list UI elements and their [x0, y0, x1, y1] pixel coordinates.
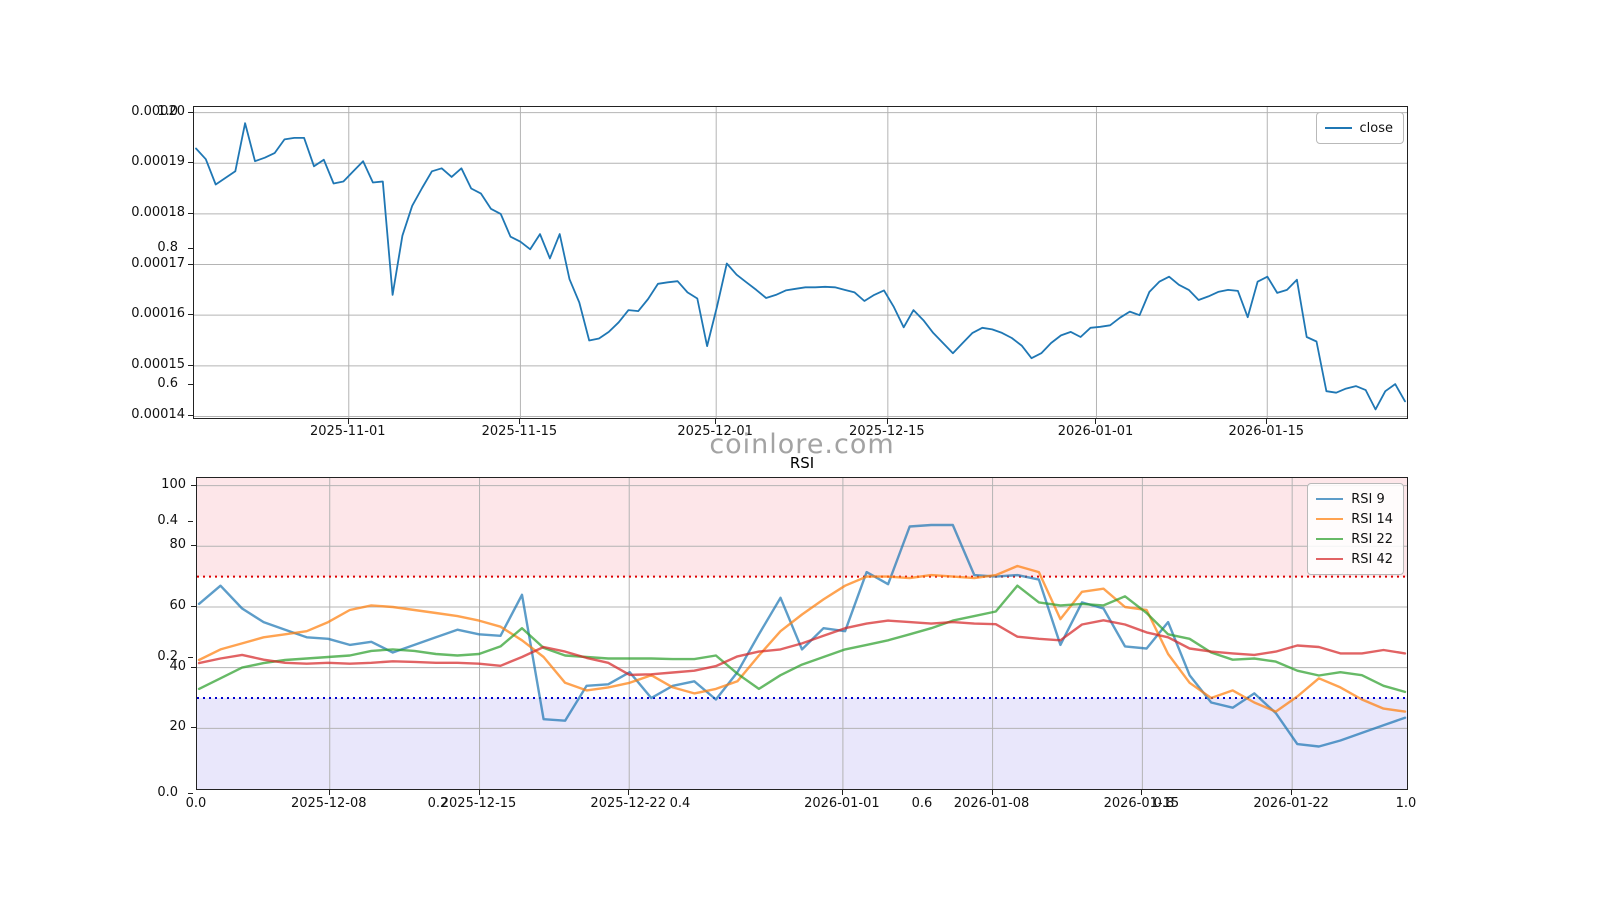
- rsi-y-tick-label: 100: [161, 476, 186, 492]
- phantom-y-tick-mark: [188, 248, 193, 250]
- close-line-swatch: [1324, 127, 1352, 129]
- phantom-x-label: 0.2: [427, 796, 449, 811]
- rsi-x-tick-label: 2025-12-08: [290, 796, 367, 811]
- price-x-tick-label: 2025-11-01: [309, 424, 386, 439]
- legend-item-rsi22: RSI 22: [1316, 529, 1393, 549]
- legend-item-close: close: [1324, 118, 1393, 138]
- price-x-tick-label: 2026-01-01: [1057, 424, 1134, 439]
- rsi42-line-swatch: [1316, 558, 1344, 560]
- rsi-y-tick-label: 20: [169, 719, 186, 735]
- rsi-x-tick-label: 2026-01-22: [1253, 796, 1329, 811]
- price-chart-plot: [193, 106, 1408, 419]
- price-y-tick-mark: [188, 415, 193, 417]
- rsi-x-tick-mark: [478, 790, 480, 795]
- rsi-x-tick-mark: [1141, 790, 1143, 795]
- price-y-tick-label: 0.00016: [131, 306, 185, 322]
- phantom-y-tick-mark: [188, 520, 193, 522]
- price-y-tick-mark: [188, 314, 193, 316]
- price-x-tick-mark: [347, 419, 349, 424]
- rsi14-line-swatch: [1316, 518, 1344, 520]
- price-y-tick-label: 0.00017: [131, 255, 185, 271]
- phantom-y-label: 0.4: [157, 512, 178, 528]
- price-y-tick-label: 0.00015: [131, 356, 185, 372]
- price-y-tick-label: 0.00014: [131, 407, 185, 423]
- legend-label-rsi14: RSI 14: [1351, 511, 1393, 527]
- phantom-x-label: 1.0: [1395, 796, 1417, 811]
- phantom-y-label: 1.0: [157, 104, 178, 119]
- price-y-tick-mark: [188, 263, 193, 265]
- rsi-y-tick-label: 80: [169, 537, 186, 553]
- rsi-y-tick-mark: [191, 545, 196, 547]
- price-chart-canvas: [194, 107, 1407, 418]
- rsi-chart-plot: [196, 477, 1408, 790]
- rsi-x-tick-mark: [991, 790, 993, 795]
- price-x-tick-mark: [1095, 419, 1097, 424]
- price-x-tick-mark: [519, 419, 521, 424]
- rsi-y-tick-mark: [191, 727, 196, 729]
- rsi-y-tick-mark: [191, 666, 196, 668]
- price-y-tick-mark: [188, 212, 193, 214]
- rsi9-line-swatch: [1316, 498, 1344, 500]
- phantom-x-label: 0.4: [669, 796, 691, 811]
- price-x-tick-mark: [886, 419, 888, 424]
- phantom-y-tick-mark: [188, 384, 193, 386]
- price-x-tick-mark: [1266, 419, 1268, 424]
- rsi-chart-title: RSI: [789, 454, 815, 472]
- phantom-y-label: 0.6: [157, 376, 178, 392]
- rsi22-line-swatch: [1316, 538, 1344, 540]
- phantom-y-label: 0.2: [157, 648, 178, 664]
- legend-label-rsi9: RSI 9: [1351, 491, 1385, 507]
- price-x-tick-label: 2026-01-15: [1228, 424, 1305, 439]
- price-y-tick-mark: [188, 364, 193, 366]
- price-y-tick-label: 0.00018: [131, 204, 185, 220]
- rsi-chart-canvas: [197, 478, 1407, 789]
- phantom-x-label: 0.0: [185, 796, 207, 811]
- rsi-chart-legend: RSI 9 RSI 14 RSI 22 RSI 42: [1307, 483, 1404, 575]
- legend-item-rsi14: RSI 14: [1316, 509, 1393, 529]
- phantom-x-label: 0.8: [1153, 796, 1175, 811]
- phantom-y-label: 0.0: [157, 785, 178, 800]
- rsi-y-tick-mark: [191, 484, 196, 486]
- price-x-tick-mark: [715, 419, 717, 424]
- price-chart-legend: close: [1315, 112, 1404, 144]
- rsi-y-tick-mark: [191, 605, 196, 607]
- legend-label-close: close: [1359, 120, 1393, 136]
- rsi-x-tick-mark: [328, 790, 330, 795]
- price-y-tick-label: 0.00019: [131, 154, 185, 170]
- phantom-x-label: 0.6: [911, 796, 933, 811]
- phantom-y-tick-mark: [188, 793, 193, 794]
- rsi-y-tick-label: 60: [169, 597, 186, 613]
- rsi-x-tick-label: 2025-12-22: [590, 796, 666, 811]
- rsi-x-tick-label: 2026-01-01: [804, 796, 880, 811]
- legend-item-rsi9: RSI 9: [1316, 489, 1393, 509]
- rsi-x-tick-mark: [841, 790, 843, 795]
- phantom-y-label: 0.8: [157, 240, 178, 256]
- rsi-x-tick-label: 2026-01-08: [953, 796, 1030, 811]
- legend-item-rsi42: RSI 42: [1316, 549, 1393, 569]
- legend-label-rsi22: RSI 22: [1351, 531, 1393, 547]
- rsi-x-tick-mark: [1291, 790, 1293, 795]
- rsi-x-tick-mark: [628, 790, 630, 795]
- phantom-y-tick-mark: [188, 112, 193, 113]
- price-x-tick-label: 2025-11-15: [481, 424, 558, 439]
- legend-label-rsi42: RSI 42: [1351, 551, 1393, 567]
- price-y-tick-mark: [188, 162, 193, 164]
- chart-page: 0.00020 0.00019 0.00018 0.00017 0.00016 0.000…: [0, 0, 1600, 900]
- rsi-x-tick-label: 2025-12-15: [440, 796, 517, 811]
- phantom-y-tick-mark: [188, 656, 193, 658]
